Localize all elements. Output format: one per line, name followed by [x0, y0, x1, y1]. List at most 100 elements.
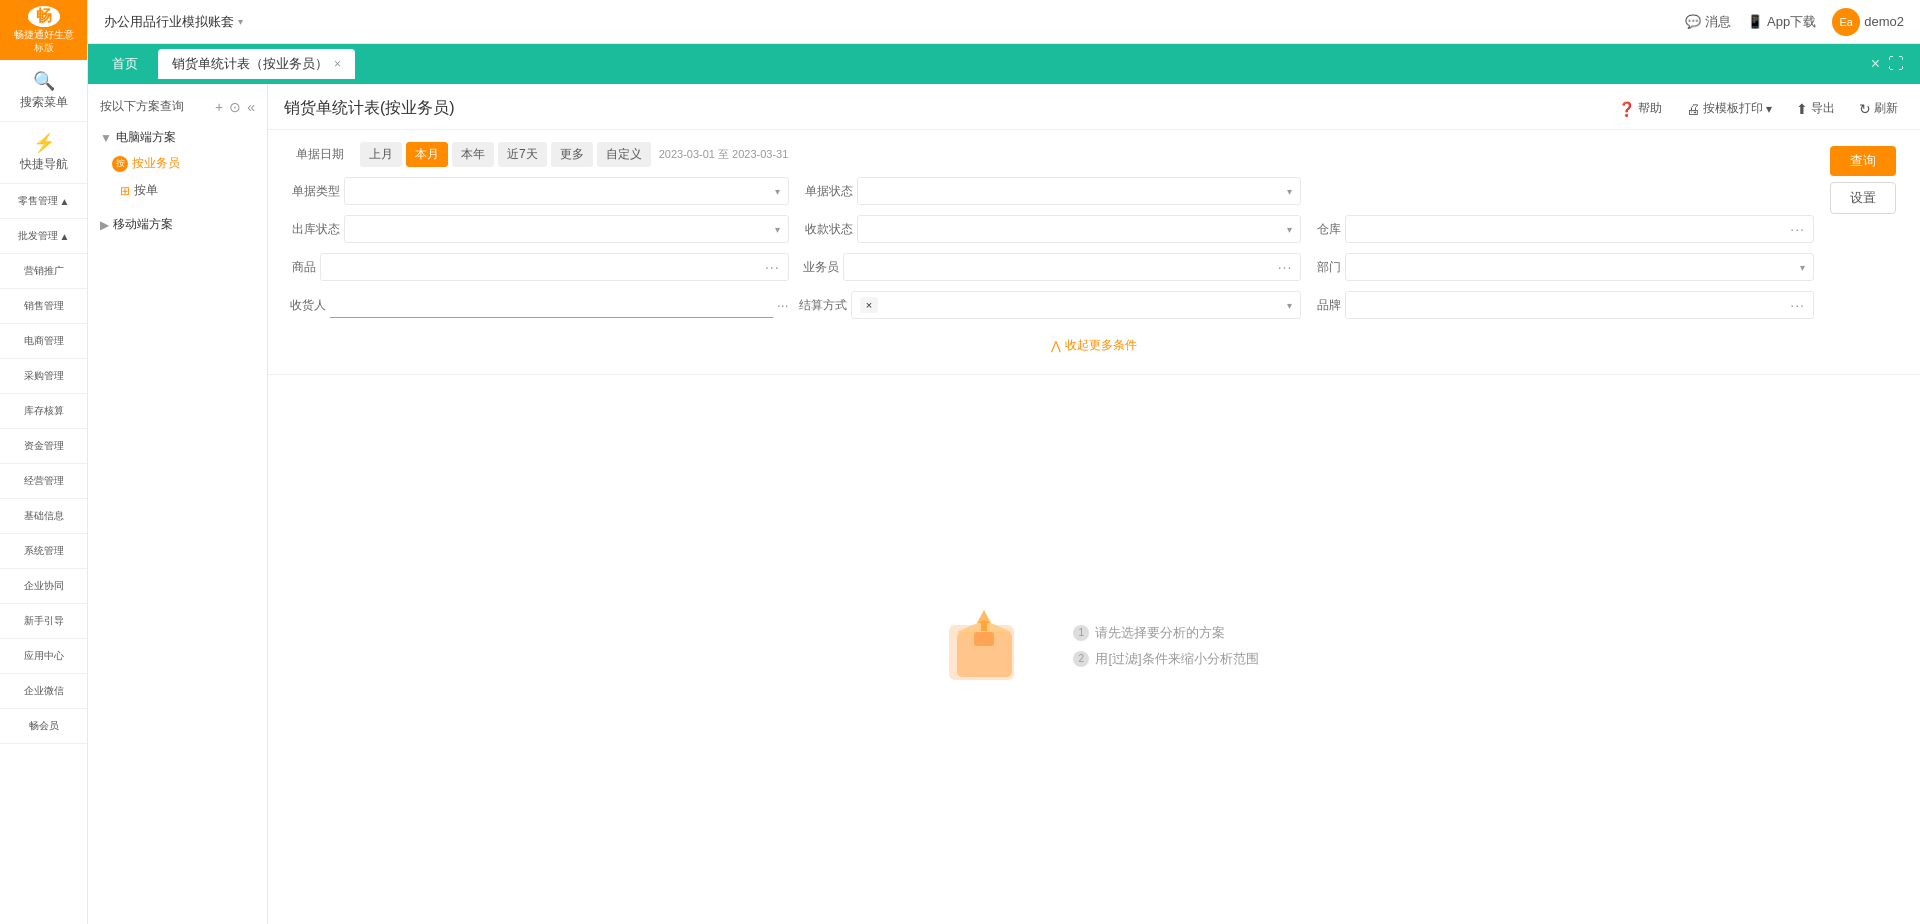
sidebar-item-marketing[interactable]: 营销推广	[0, 254, 87, 289]
add-scheme-button[interactable]: +	[215, 99, 223, 115]
sidebar-item-operations[interactable]: 经营管理	[0, 464, 87, 499]
doc-type-label: 单据类型	[284, 183, 340, 200]
dept-select[interactable]: ▾	[1345, 253, 1814, 281]
app-download-button[interactable]: 📱 App下载	[1747, 13, 1816, 31]
help-label: 帮助	[1638, 100, 1662, 117]
salesperson-dots-icon: ···	[1278, 259, 1293, 275]
sidebar-quick-nav[interactable]: ⚡ 快捷导航	[0, 122, 87, 184]
sidebar-item-enterprise-wechat[interactable]: 企业微信	[0, 674, 87, 709]
receiver-input[interactable]	[330, 292, 773, 318]
date-btn-7days[interactable]: 近7天	[498, 142, 547, 167]
enterprise-wechat-label: 企业微信	[5, 684, 82, 698]
brand-select[interactable]: ···	[1345, 291, 1814, 319]
date-btn-more[interactable]: 更多	[551, 142, 593, 167]
svg-marker-4	[977, 610, 991, 623]
main-content: 办公用品行业模拟账套 ▾ 💬 消息 📱 App下载 Ea demo2 首页	[88, 0, 1920, 924]
sidebar-item-finance[interactable]: 资金管理	[0, 429, 87, 464]
collapse-panel-button[interactable]: «	[247, 99, 255, 115]
warehouse-select[interactable]: ···	[1345, 215, 1814, 243]
sidebar-item-member[interactable]: 畅会员	[0, 709, 87, 744]
settings-button[interactable]: 设置	[1830, 182, 1896, 214]
finance-label: 资金管理	[5, 439, 82, 453]
template-print-button[interactable]: 🖨 按模板打印 ▾	[1680, 96, 1778, 121]
desktop-scheme-title[interactable]: ▼ 电脑端方案	[88, 125, 267, 150]
date-btn-this-month[interactable]: 本月	[406, 142, 448, 167]
payment-field: 结算方式 × ▾	[797, 291, 1302, 319]
sidebar-item-sales[interactable]: 销售管理	[0, 289, 87, 324]
receipt-status-arrow-icon: ▾	[1287, 224, 1292, 235]
export-button[interactable]: ⬆ 导出	[1790, 96, 1841, 121]
sidebar-item-guide[interactable]: 新手引导	[0, 604, 87, 639]
sidebar-item-collaboration[interactable]: 企业协同	[0, 569, 87, 604]
sidebar-search[interactable]: 🔍 搜索菜单	[0, 60, 87, 122]
sidebar-item-inventory[interactable]: 库存核算	[0, 394, 87, 429]
scheme-item-by-salesperson[interactable]: 按 按业务员	[88, 150, 267, 177]
date-btn-last-month[interactable]: 上月	[360, 142, 402, 167]
doc-status-select[interactable]: ▾	[857, 177, 1302, 205]
receiver-dots-icon[interactable]: ···	[777, 297, 789, 313]
hint-text-2: 用[过滤]条件来缩小分析范围	[1095, 650, 1258, 668]
salesperson-select[interactable]: ···	[843, 253, 1302, 281]
app-selector[interactable]: 办公用品行业模拟账套 ▾	[104, 13, 243, 31]
tab-home[interactable]: 首页	[96, 49, 154, 79]
left-panel: 按以下方案查询 + ⊙ « ▼ 电脑端方案 按 按业务员 ⊞ 按	[88, 84, 268, 924]
refresh-icon: ↻	[1859, 101, 1871, 117]
settings-scheme-button[interactable]: ⊙	[229, 99, 241, 115]
hint-item-1: 1 请先选择要分析的方案	[1073, 624, 1258, 642]
username: demo2	[1864, 14, 1904, 29]
receipt-status-label: 收款状态	[797, 221, 853, 238]
sidebar-item-basic-info[interactable]: 基础信息	[0, 499, 87, 534]
query-button[interactable]: 查询	[1830, 146, 1896, 176]
refresh-button[interactable]: ↻ 刷新	[1853, 96, 1904, 121]
date-btn-this-year[interactable]: 本年	[452, 142, 494, 167]
salesperson-field: 业务员 ···	[797, 253, 1302, 281]
hint-text-1: 请先选择要分析的方案	[1095, 624, 1225, 642]
svg-rect-5	[981, 623, 987, 631]
sidebar-item-purchase[interactable]: 采购管理	[0, 359, 87, 394]
doc-type-arrow-icon: ▾	[775, 186, 780, 197]
brand-label: 品牌	[1309, 297, 1341, 314]
filter-row-3: 出库状态 ▾ 收款状态 ▾	[284, 215, 1814, 243]
scheme-query-label: 按以下方案查询	[100, 98, 184, 115]
message-button[interactable]: 💬 消息	[1685, 13, 1731, 31]
sidebar-item-retail[interactable]: 零售管理 ▲	[0, 184, 87, 219]
out-status-select[interactable]: ▾	[344, 215, 789, 243]
collapse-bar[interactable]: ⋀ 收起更多条件	[284, 329, 1904, 362]
help-button[interactable]: ❓ 帮助	[1612, 96, 1668, 121]
goods-select[interactable]: ···	[320, 253, 789, 281]
svg-rect-3	[974, 632, 994, 646]
sidebar-item-system[interactable]: 系统管理	[0, 534, 87, 569]
collapse-up-icon: ⋀	[1051, 339, 1061, 353]
doc-type-select[interactable]: ▾	[344, 177, 789, 205]
system-label: 系统管理	[5, 544, 82, 558]
payment-tag: ×	[860, 297, 878, 313]
user-profile[interactable]: Ea demo2	[1832, 8, 1904, 36]
receipt-status-select[interactable]: ▾	[857, 215, 1302, 243]
empty-hints: 1 请先选择要分析的方案 2 用[过滤]条件来缩小分析范围	[1073, 624, 1258, 676]
app-subtitle: 标版	[34, 41, 54, 55]
page-area: 按以下方案查询 + ⊙ « ▼ 电脑端方案 按 按业务员 ⊞ 按	[88, 84, 1920, 924]
avatar: Ea	[1832, 8, 1860, 36]
out-status-label: 出库状态	[284, 221, 340, 238]
filter-row-4: 商品 ··· 业务员 ···	[284, 253, 1814, 281]
sidebar-item-wholesale[interactable]: 批发管理 ▲	[0, 219, 87, 254]
desktop-scheme-label: 电脑端方案	[116, 129, 176, 146]
sidebar-item-app-center[interactable]: 应用中心	[0, 639, 87, 674]
mobile-scheme-title[interactable]: ▶ 移动端方案	[88, 212, 267, 237]
sidebar-item-ecommerce[interactable]: 电商管理	[0, 324, 87, 359]
top-header: 办公用品行业模拟账套 ▾ 💬 消息 📱 App下载 Ea demo2	[88, 0, 1920, 44]
download-icon: 📱	[1747, 14, 1763, 29]
date-btn-custom[interactable]: 自定义	[597, 142, 651, 167]
payment-select[interactable]: × ▾	[851, 291, 1302, 319]
window-maximize-icon[interactable]: ⛶	[1888, 55, 1904, 73]
tab-active-report[interactable]: 销货单统计表（按业务员） ×	[158, 49, 355, 79]
doc-status-arrow-icon: ▾	[1287, 186, 1292, 197]
tab-close-icon[interactable]: ×	[334, 57, 341, 71]
help-icon: ❓	[1618, 101, 1635, 117]
scheme-item-by-order[interactable]: ⊞ 按单	[88, 177, 267, 204]
tab-active-label: 销货单统计表（按业务员）	[172, 55, 328, 73]
doc-status-field: 单据状态 ▾	[797, 177, 1302, 205]
window-close-icon[interactable]: ×	[1871, 55, 1880, 73]
empty-state: 1 请先选择要分析的方案 2 用[过滤]条件来缩小分析范围	[268, 375, 1920, 924]
date-options: 上月 本月 本年 近7天 更多 自定义 2023-03-01 至 2023-03…	[360, 142, 788, 167]
